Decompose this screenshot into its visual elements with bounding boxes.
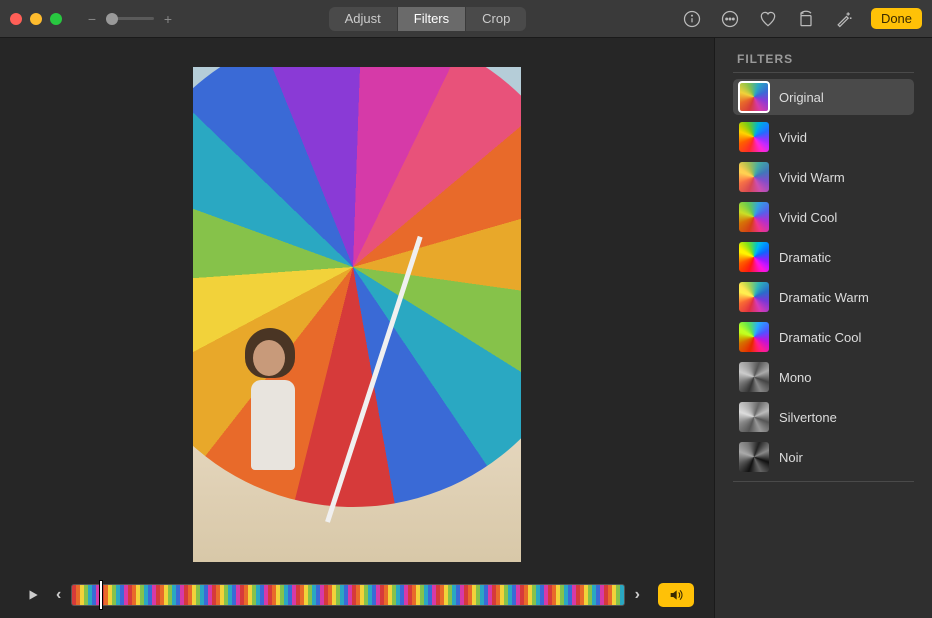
filter-label: Dramatic xyxy=(779,250,831,265)
playhead[interactable] xyxy=(100,581,102,609)
done-button[interactable]: Done xyxy=(871,8,922,29)
filter-thumb-vivid xyxy=(739,122,769,152)
zoom-thumb[interactable] xyxy=(106,13,118,25)
rotate-icon[interactable] xyxy=(795,8,817,30)
filter-item-mono[interactable]: Mono xyxy=(733,359,914,395)
filter-item-original[interactable]: Original xyxy=(733,79,914,115)
canvas-area: ‹ › xyxy=(0,38,714,618)
sidebar-divider xyxy=(733,72,914,73)
zoom-out-icon: − xyxy=(86,11,98,27)
photo-person xyxy=(233,302,323,502)
filter-thumb-dcool xyxy=(739,322,769,352)
play-button[interactable] xyxy=(20,584,46,606)
toolbar-actions xyxy=(681,8,855,30)
filter-label: Mono xyxy=(779,370,812,385)
trim-start-handle[interactable]: ‹ xyxy=(54,586,63,604)
tab-filters[interactable]: Filters xyxy=(398,7,466,31)
photo-viewport xyxy=(0,38,714,582)
favorite-heart-icon[interactable] xyxy=(757,8,779,30)
filter-thumb-warm xyxy=(739,162,769,192)
more-icon[interactable] xyxy=(719,8,741,30)
filter-label: Vivid Cool xyxy=(779,210,837,225)
main-area: ‹ › FILTERS Original Vivid Vivid Warm Vivid… xyxy=(0,38,932,618)
auto-enhance-icon[interactable] xyxy=(833,8,855,30)
filter-label: Noir xyxy=(779,450,803,465)
window-controls xyxy=(10,13,62,25)
minimize-window-button[interactable] xyxy=(30,13,42,25)
filter-label: Dramatic Cool xyxy=(779,330,861,345)
filter-label: Original xyxy=(779,90,824,105)
sidebar-title: FILTERS xyxy=(733,52,914,66)
filter-item-vivid[interactable]: Vivid xyxy=(733,119,914,155)
filter-label: Silvertone xyxy=(779,410,837,425)
edit-mode-tabs: Adjust Filters Crop xyxy=(329,7,527,31)
photo-preview[interactable] xyxy=(193,67,521,562)
tab-adjust[interactable]: Adjust xyxy=(329,7,398,31)
audio-toggle-button[interactable] xyxy=(658,583,694,607)
filter-item-warm[interactable]: Vivid Warm xyxy=(733,159,914,195)
filter-thumb-silvertone xyxy=(739,402,769,432)
fullscreen-window-button[interactable] xyxy=(50,13,62,25)
titlebar: − + Adjust Filters Crop Done xyxy=(0,0,932,38)
trim-end-handle[interactable]: › xyxy=(633,586,642,604)
filter-item-dwarm[interactable]: Dramatic Warm xyxy=(733,279,914,315)
close-window-button[interactable] xyxy=(10,13,22,25)
filter-thumb-dramatic xyxy=(739,242,769,272)
filter-thumb-noir xyxy=(739,442,769,472)
filter-thumb-cool xyxy=(739,202,769,232)
zoom-slider[interactable]: − + xyxy=(86,11,174,27)
filter-thumb-original xyxy=(739,82,769,112)
filter-item-silvertone[interactable]: Silvertone xyxy=(733,399,914,435)
zoom-in-icon: + xyxy=(162,11,174,27)
filter-thumb-mono xyxy=(739,362,769,392)
filter-label: Vivid Warm xyxy=(779,170,845,185)
filter-item-dramatic[interactable]: Dramatic xyxy=(733,239,914,275)
filter-label: Dramatic Warm xyxy=(779,290,869,305)
filters-list: Original Vivid Vivid Warm Vivid Cool Dramati… xyxy=(733,79,914,475)
filters-sidebar: FILTERS Original Vivid Vivid Warm Vivid Coo… xyxy=(714,38,932,618)
zoom-track[interactable] xyxy=(106,17,154,20)
filter-label: Vivid xyxy=(779,130,807,145)
tab-crop[interactable]: Crop xyxy=(466,7,526,31)
filter-item-noir[interactable]: Noir xyxy=(733,439,914,475)
sidebar-divider-bottom xyxy=(733,481,914,482)
video-timeline[interactable] xyxy=(71,584,624,606)
video-controls: ‹ › xyxy=(0,582,714,618)
filter-thumb-dwarm xyxy=(739,282,769,312)
filter-item-cool[interactable]: Vivid Cool xyxy=(733,199,914,235)
filter-item-dcool[interactable]: Dramatic Cool xyxy=(733,319,914,355)
info-icon[interactable] xyxy=(681,8,703,30)
